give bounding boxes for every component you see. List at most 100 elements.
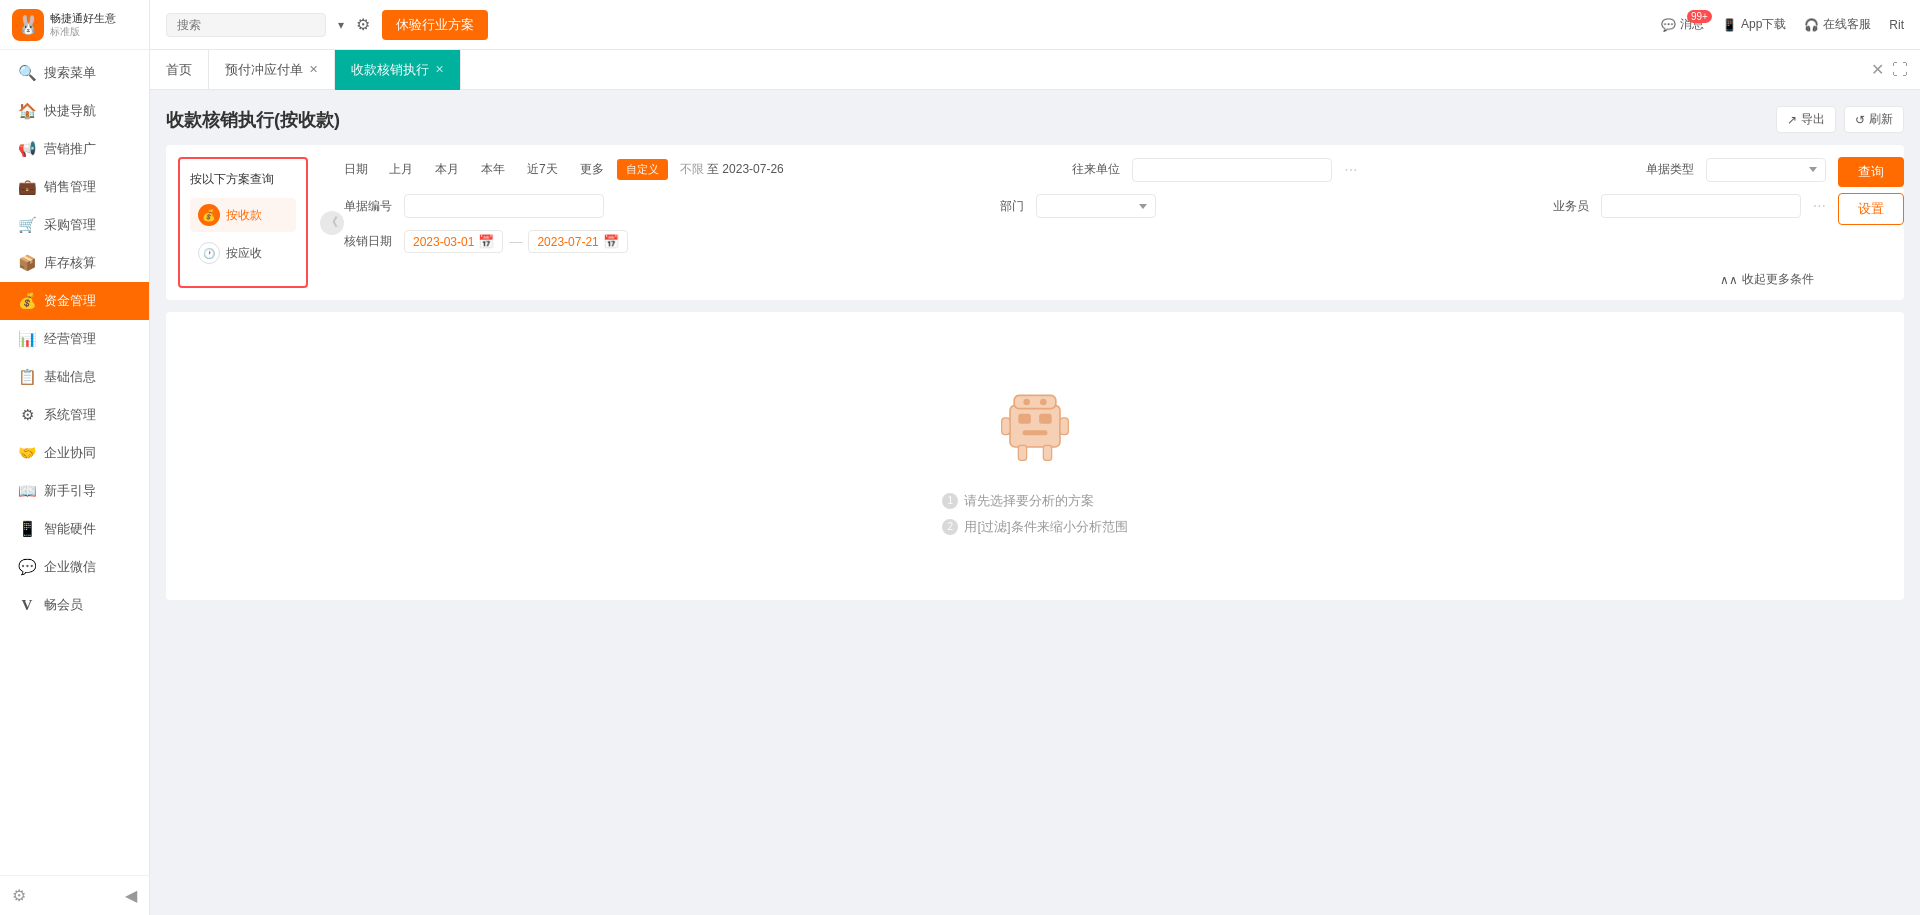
sidebar-item-purchase[interactable]: 🛒 采购管理	[0, 206, 149, 244]
date-quick-select: 上月 本月 本年 近7天 更多 自定义	[380, 157, 668, 182]
receipt-icon: 💰	[198, 204, 220, 226]
collapse-left-icon[interactable]: 《	[320, 211, 344, 235]
date-btn-7days[interactable]: 近7天	[518, 157, 567, 182]
hint-2: 2 用[过滤]条件来缩小分析范围	[942, 514, 1127, 540]
date-btn-more[interactable]: 更多	[571, 157, 613, 182]
svg-rect-5	[1060, 418, 1068, 435]
svg-point-10	[1040, 399, 1047, 406]
sidebar-item-system[interactable]: ⚙ 系统管理	[0, 396, 149, 434]
sidebar-item-operations[interactable]: 📊 经营管理	[0, 320, 149, 358]
query-option-by-receipt[interactable]: 💰 按收款	[190, 198, 296, 232]
search-icon: 🔍	[18, 64, 36, 82]
verify-date-label: 核销日期	[344, 233, 392, 250]
topbar-right: 💬 消息 99+ 📱 App下载 🎧 在线客服 Rit	[1661, 16, 1904, 33]
collapse-bar[interactable]: ∧∧ 收起更多条件	[344, 265, 1826, 298]
export-icon: ↗	[1787, 113, 1797, 127]
topbar-gear-icon[interactable]: ⚙	[356, 15, 370, 34]
filter-panel: 按以下方案查询 💰 按收款 🕐 按应收 《 日期 上月	[166, 145, 1904, 300]
sidebar-item-wechat[interactable]: 💬 企业微信	[0, 548, 149, 586]
fullscreen-icon[interactable]: ⛶	[1892, 61, 1908, 79]
tab-prepay[interactable]: 预付冲应付单 ✕	[209, 50, 335, 90]
svg-rect-6	[1018, 445, 1026, 460]
query-option-by-receivable[interactable]: 🕐 按应收	[190, 236, 296, 270]
main-area: ▾ ⚙ 休验行业方案 💬 消息 99+ 📱 App下载 🎧 在线客服 Rit	[150, 0, 1920, 915]
headset-icon: 🎧	[1804, 18, 1819, 32]
sidebar-item-guide[interactable]: 📖 新手引导	[0, 472, 149, 510]
empty-state: 1 请先选择要分析的方案 2 用[过滤]条件来缩小分析范围	[166, 312, 1904, 600]
sidebar-item-hardware[interactable]: 📱 智能硬件	[0, 510, 149, 548]
doc-no-label: 单据编号	[344, 198, 392, 215]
handshake-icon: 🤝	[18, 444, 36, 462]
topbar-search-input[interactable]	[166, 13, 326, 37]
book-icon: 📖	[18, 482, 36, 500]
counterparty-input[interactable]	[1132, 158, 1332, 182]
counterparty-dots[interactable]: ···	[1344, 161, 1357, 179]
sidebar-item-basics[interactable]: 📋 基础信息	[0, 358, 149, 396]
sidebar-item-marketing[interactable]: 📢 营销推广	[0, 130, 149, 168]
doc-type-select[interactable]	[1706, 158, 1826, 182]
date-btn-thisyear[interactable]: 本年	[472, 157, 514, 182]
page-header: 收款核销执行(按收款) ↗ 导出 ↺ 刷新	[166, 106, 1904, 133]
tab-home[interactable]: 首页	[150, 50, 209, 90]
tab-writeoff[interactable]: 收款核销执行 ✕	[335, 50, 461, 90]
money-icon: 💰	[18, 292, 36, 310]
refresh-icon: ↺	[1855, 113, 1865, 127]
sidebar: 🐰 畅捷通好生意 标准版 🔍 搜索菜单 🏠 快捷导航 📢 营销推广 💼 销售管理…	[0, 0, 150, 915]
app-download-btn[interactable]: 📱 App下载	[1722, 16, 1786, 33]
sidebar-nav: 🔍 搜索菜单 🏠 快捷导航 📢 营销推广 💼 销售管理 🛒 采购管理 📦 库存核…	[0, 50, 149, 875]
doc-no-input[interactable]	[404, 194, 604, 218]
messages-btn[interactable]: 💬 消息 99+	[1661, 16, 1704, 33]
sidebar-item-quicknav[interactable]: 🏠 快捷导航	[0, 92, 149, 130]
close-tab-writeoff[interactable]: ✕	[435, 63, 444, 76]
sidebar-item-collab[interactable]: 🤝 企业协同	[0, 434, 149, 472]
topbar-dropdown-icon[interactable]: ▾	[338, 18, 344, 32]
refresh-btn[interactable]: ↺ 刷新	[1844, 106, 1904, 133]
filter-fields: 日期 上月 本月 本年 近7天 更多 自定义 不限 至 2023-07-26	[344, 145, 1826, 300]
verify-date-from-field[interactable]: 2023-03-01 📅	[404, 230, 503, 253]
svg-rect-2	[1039, 414, 1052, 424]
clipboard-icon: 📋	[18, 368, 36, 386]
query-btn[interactable]: 查询	[1838, 157, 1904, 187]
dept-label: 部门	[1000, 198, 1024, 215]
header-actions: ↗ 导出 ↺ 刷新	[1776, 106, 1904, 133]
home-icon: 🏠	[18, 102, 36, 120]
wechat-icon: 💬	[18, 558, 36, 576]
sidebar-item-inventory[interactable]: 📦 库存核算	[0, 244, 149, 282]
query-selector: 按以下方案查询 💰 按收款 🕐 按应收	[178, 157, 308, 288]
chevron-up-icon: ∧∧	[1720, 273, 1738, 287]
svg-rect-3	[1023, 430, 1048, 435]
dept-select[interactable]	[1036, 194, 1156, 218]
settings-btn[interactable]: 设置	[1838, 193, 1904, 225]
promo-btn[interactable]: 休验行业方案	[382, 10, 488, 40]
gear-icon: ⚙	[18, 406, 36, 424]
svg-rect-8	[1014, 395, 1056, 408]
date-unlimited-label: 不限 至 2023-07-26	[680, 161, 784, 178]
sidebar-item-search[interactable]: 🔍 搜索菜单	[0, 54, 149, 92]
salesman-dots[interactable]: ···	[1813, 197, 1826, 215]
filter-actions: 查询 设置	[1826, 145, 1904, 300]
filter-row-2: 单据编号 部门 业务员 ···	[344, 194, 1826, 218]
close-tab-prepay[interactable]: ✕	[309, 63, 318, 76]
sidebar-logo: 🐰 畅捷通好生意 标准版	[0, 0, 149, 50]
date-btn-custom[interactable]: 自定义	[617, 159, 668, 180]
tabbar: 首页 预付冲应付单 ✕ 收款核销执行 ✕ ✕ ⛶	[150, 50, 1920, 90]
page-title: 收款核销执行(按收款)	[166, 108, 340, 132]
close-all-tabs-icon[interactable]: ✕	[1871, 60, 1884, 79]
settings-footer-icon[interactable]: ⚙	[12, 886, 26, 905]
sidebar-item-sales[interactable]: 💼 销售管理	[0, 168, 149, 206]
collapse-sidebar-icon[interactable]: ◀	[125, 886, 137, 905]
date-btn-lastmonth[interactable]: 上月	[380, 157, 422, 182]
svg-rect-4	[1002, 418, 1010, 435]
salesman-input[interactable]	[1601, 194, 1801, 218]
date-btn-thismonth[interactable]: 本月	[426, 157, 468, 182]
briefcase-icon: 💼	[18, 178, 36, 196]
online-service-btn[interactable]: 🎧 在线客服	[1804, 16, 1871, 33]
tabbar-actions: ✕ ⛶	[1871, 60, 1920, 79]
export-btn[interactable]: ↗ 导出	[1776, 106, 1836, 133]
sidebar-item-finance[interactable]: 💰 资金管理	[0, 282, 149, 320]
user-profile[interactable]: Rit	[1889, 18, 1904, 32]
svg-point-9	[1023, 399, 1030, 406]
sidebar-item-member[interactable]: V 畅会员	[0, 586, 149, 624]
verify-date-to-field[interactable]: 2023-07-21 📅	[528, 230, 627, 253]
query-selector-title: 按以下方案查询	[190, 171, 296, 188]
